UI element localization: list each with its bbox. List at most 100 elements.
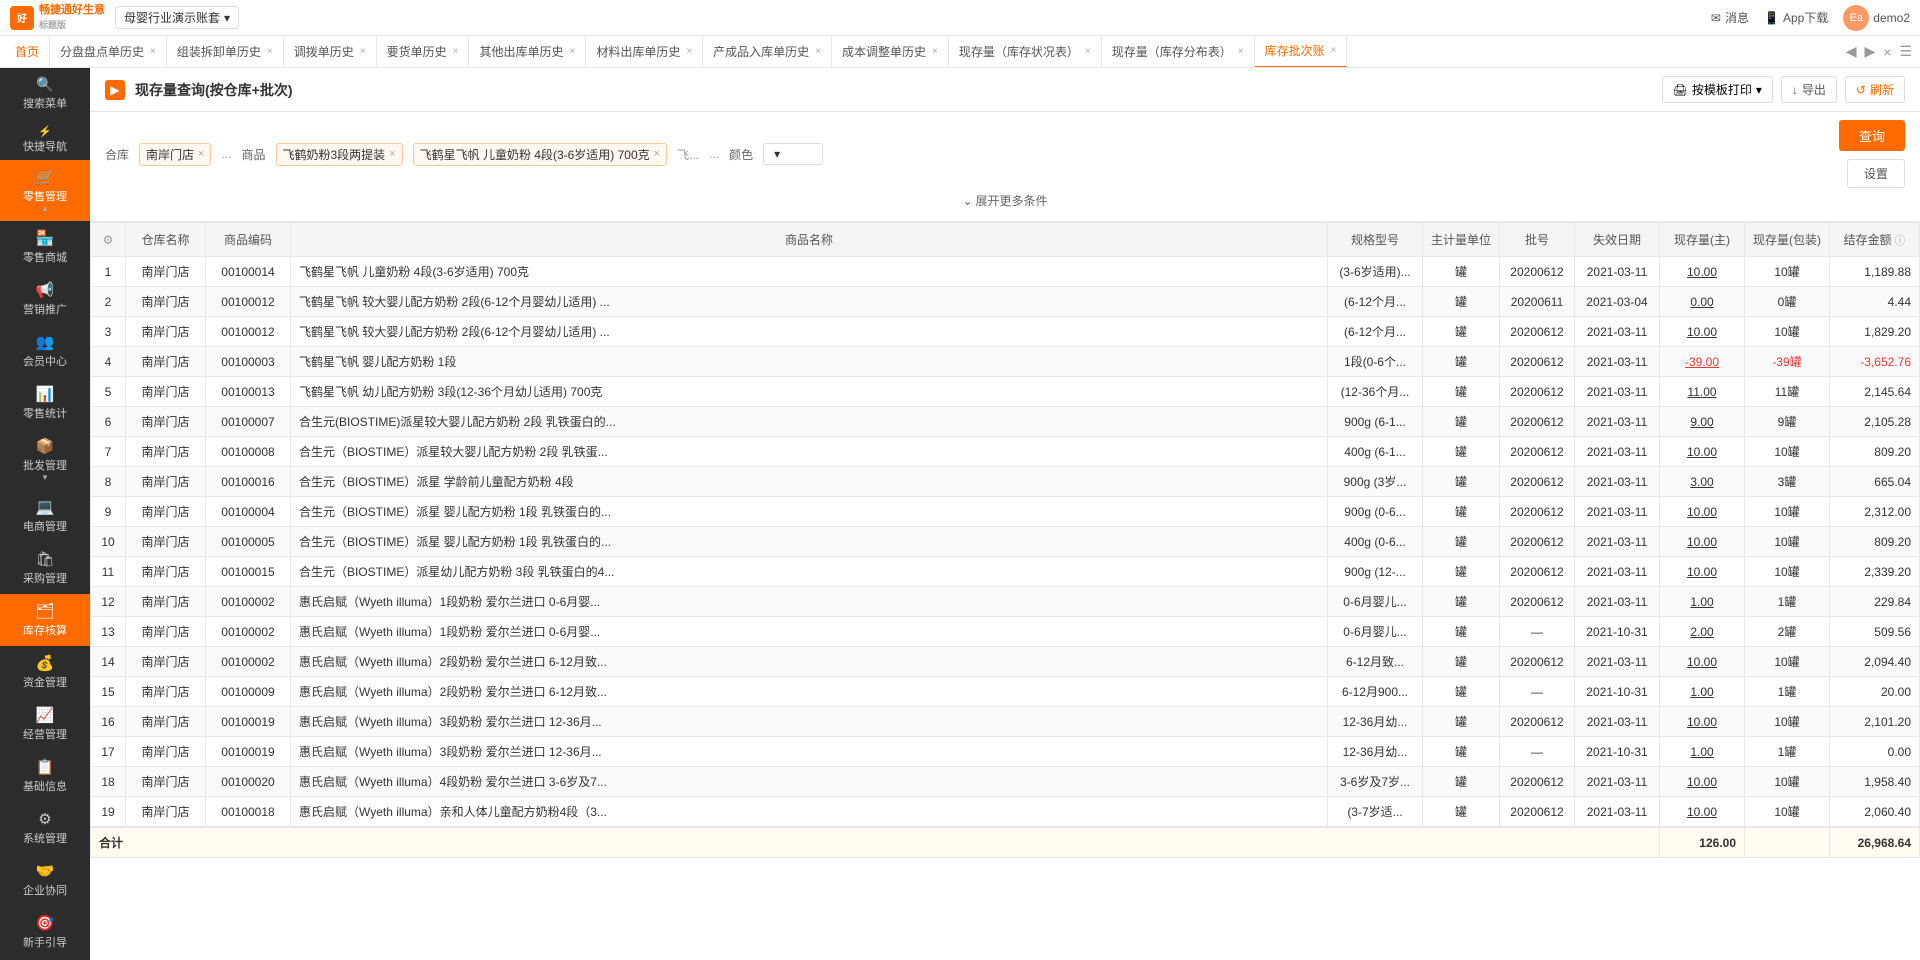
tab-prev-icon[interactable]: ◀ <box>1843 43 1860 60</box>
row-expire: 2021-03-11 <box>1575 377 1660 407</box>
warehouse-tag[interactable]: 南岸门店 × <box>139 143 211 166</box>
row-stock[interactable]: 3.00 <box>1660 467 1745 497</box>
export-btn[interactable]: ↓ 导出 <box>1781 76 1837 103</box>
row-stock[interactable]: 10.00 <box>1660 497 1745 527</box>
tab-2[interactable]: 组装拆卸单历史 × <box>167 36 284 68</box>
tab-8[interactable]: 成本调整单历史 × <box>832 36 949 68</box>
user-area[interactable]: Ea demo2 <box>1843 5 1910 31</box>
warehouse-ellipsis[interactable]: ... <box>221 147 231 161</box>
table-row: 15 南岸门店 00100009 惠氏启赋（Wyeth illuma）2段奶粉 … <box>91 677 1920 707</box>
sidebar-item-marketing[interactable]: 📢 营销推广 <box>0 273 90 325</box>
row-stock[interactable]: 0.00 <box>1660 287 1745 317</box>
tab-10[interactable]: 现存量（库存分布表） × <box>1102 36 1255 68</box>
close-tab-8[interactable]: × <box>932 46 938 57</box>
row-warehouse: 南岸门店 <box>126 737 206 767</box>
close-tab-11[interactable]: × <box>1331 45 1337 56</box>
sidebar-item-quicknav[interactable]: ⚡ 快捷导航 <box>0 119 90 160</box>
remove-product-tag-1[interactable]: × <box>389 148 395 160</box>
sidebar-item-retail-stats[interactable]: 📊 零售统计 <box>0 377 90 429</box>
tab-next-icon[interactable]: ▶ <box>1861 43 1878 60</box>
sidebar-item-inventory[interactable]: 🗂 库存核算 <box>0 594 90 646</box>
tab-5[interactable]: 其他出库单历史 × <box>469 36 586 68</box>
close-tab-2[interactable]: × <box>267 46 273 57</box>
row-spec: 1段(0-6个... <box>1327 347 1422 377</box>
tab-4[interactable]: 要货单历史 × <box>377 36 470 68</box>
sidebar-item-store[interactable]: 🏪 零售商城 <box>0 221 90 273</box>
row-stock[interactable]: 10.00 <box>1660 317 1745 347</box>
settings-col-icon[interactable]: ⚙ <box>103 233 114 247</box>
tab-home[interactable]: 首页 <box>5 36 50 68</box>
expand-nav-btn[interactable]: ▶ <box>105 80 125 100</box>
account-selector[interactable]: 母婴行业演示账套 ▾ <box>115 6 239 29</box>
sidebar-item-members[interactable]: 👥 会员中心 <box>0 325 90 377</box>
tab-7[interactable]: 产成品入库单历史 × <box>703 36 832 68</box>
tab-6[interactable]: 材料出库单历史 × <box>586 36 703 68</box>
print-btn[interactable]: 🖨 按模板打印 ▾ <box>1662 76 1773 103</box>
sidebar-item-system[interactable]: ⚙ 系统管理 <box>0 802 90 854</box>
close-tab-10[interactable]: × <box>1238 46 1244 57</box>
sidebar-item-ecommerce[interactable]: 💻 电商管理 <box>0 490 90 542</box>
row-stock[interactable]: 2.00 <box>1660 617 1745 647</box>
table-row: 7 南岸门店 00100008 合生元（BIOSTIME）派星较大婴儿配方奶粉 … <box>91 437 1920 467</box>
refresh-btn[interactable]: ↺ 刷新 <box>1845 76 1905 103</box>
app-download-btn[interactable]: 📱 App下载 <box>1764 9 1828 26</box>
row-balance: 809.20 <box>1830 527 1920 557</box>
remove-product-tag-2[interactable]: × <box>654 148 660 160</box>
row-stock[interactable]: 10.00 <box>1660 257 1745 287</box>
expand-filters-btn[interactable]: ⌄ 展开更多条件 <box>962 192 1047 209</box>
row-stock[interactable]: 1.00 <box>1660 587 1745 617</box>
row-stock[interactable]: 10.00 <box>1660 797 1745 828</box>
row-stock[interactable]: 9.00 <box>1660 407 1745 437</box>
row-pkg: 10罐 <box>1745 527 1830 557</box>
sidebar-item-collab[interactable]: 🤝 企业协同 <box>0 854 90 906</box>
row-stock[interactable]: 10.00 <box>1660 647 1745 677</box>
close-tab-4[interactable]: × <box>453 46 459 57</box>
sidebar-item-search[interactable]: 🔍 搜索菜单 <box>0 68 90 119</box>
close-tab-1[interactable]: × <box>150 46 156 57</box>
tab-11[interactable]: 库存批次账 × <box>1255 36 1348 68</box>
sidebar-item-purchase[interactable]: 🛍 采购管理 <box>0 542 90 594</box>
row-stock[interactable]: 10.00 <box>1660 437 1745 467</box>
close-tab-3[interactable]: × <box>360 46 366 57</box>
product-more[interactable]: ... <box>709 147 719 161</box>
row-stock[interactable]: 1.00 <box>1660 737 1745 767</box>
row-stock[interactable]: 10.00 <box>1660 707 1745 737</box>
info-icon: ⓘ <box>1895 232 1906 248</box>
product-tag-1[interactable]: 飞鹤奶粉3段两提装 × <box>276 143 403 166</box>
row-name: 合生元（BIOSTIME）派星 婴儿配方奶粉 1段 乳铁蛋白的... <box>291 497 1328 527</box>
row-stock[interactable]: 10.00 <box>1660 767 1745 797</box>
product-ellipsis[interactable]: 飞... <box>677 146 699 163</box>
product-tag-2[interactable]: 飞鹤星飞帆 儿童奶粉 4段(3-6岁适用) 700克 × <box>413 143 667 166</box>
close-tab-5[interactable]: × <box>569 46 575 57</box>
row-stock[interactable]: 10.00 <box>1660 557 1745 587</box>
remove-warehouse-tag[interactable]: × <box>198 148 204 160</box>
sidebar-item-retail[interactable]: 🛒 零售管理 ▲ <box>0 160 90 221</box>
close-tab-6[interactable]: × <box>686 46 692 57</box>
color-dropdown[interactable]: ▾ <box>763 143 823 165</box>
row-stock[interactable]: 10.00 <box>1660 527 1745 557</box>
settings-btn[interactable]: 设置 <box>1847 159 1905 188</box>
close-tab-9[interactable]: × <box>1085 46 1091 57</box>
row-expire: 2021-10-31 <box>1575 737 1660 767</box>
row-stock[interactable]: 1.00 <box>1660 677 1745 707</box>
row-stock[interactable]: 11.00 <box>1660 377 1745 407</box>
sidebar-item-wholesale[interactable]: 📦 批发管理 ▼ <box>0 429 90 490</box>
query-btn[interactable]: 查询 <box>1839 120 1905 151</box>
tab-menu-icon[interactable]: ☰ <box>1896 43 1915 60</box>
row-expire: 2021-03-11 <box>1575 497 1660 527</box>
th-settings[interactable]: ⚙ <box>91 223 126 257</box>
tab-9[interactable]: 现存量（库存状况表） × <box>949 36 1102 68</box>
message-btn[interactable]: ✉ 消息 <box>1711 9 1749 26</box>
tab-1[interactable]: 分盘盘点单历史 × <box>50 36 167 68</box>
close-tab-7[interactable]: × <box>815 46 821 57</box>
row-batch: 20200612 <box>1500 467 1575 497</box>
table-row: 3 南岸门店 00100012 飞鹤星飞帆 较大婴儿配方奶粉 2段(6-12个月… <box>91 317 1920 347</box>
row-stock[interactable]: -39.00 <box>1660 347 1745 377</box>
sidebar-item-guide[interactable]: 🎯 新手引导 <box>0 906 90 958</box>
tab-close-all-icon[interactable]: × <box>1880 44 1894 60</box>
tab-3[interactable]: 调拨单历史 × <box>284 36 377 68</box>
row-num: 7 <box>91 437 126 467</box>
sidebar-item-finance[interactable]: 💰 资金管理 <box>0 646 90 698</box>
sidebar-item-basic[interactable]: 📋 基础信息 <box>0 750 90 802</box>
sidebar-item-operations[interactable]: 📈 经营管理 <box>0 698 90 750</box>
